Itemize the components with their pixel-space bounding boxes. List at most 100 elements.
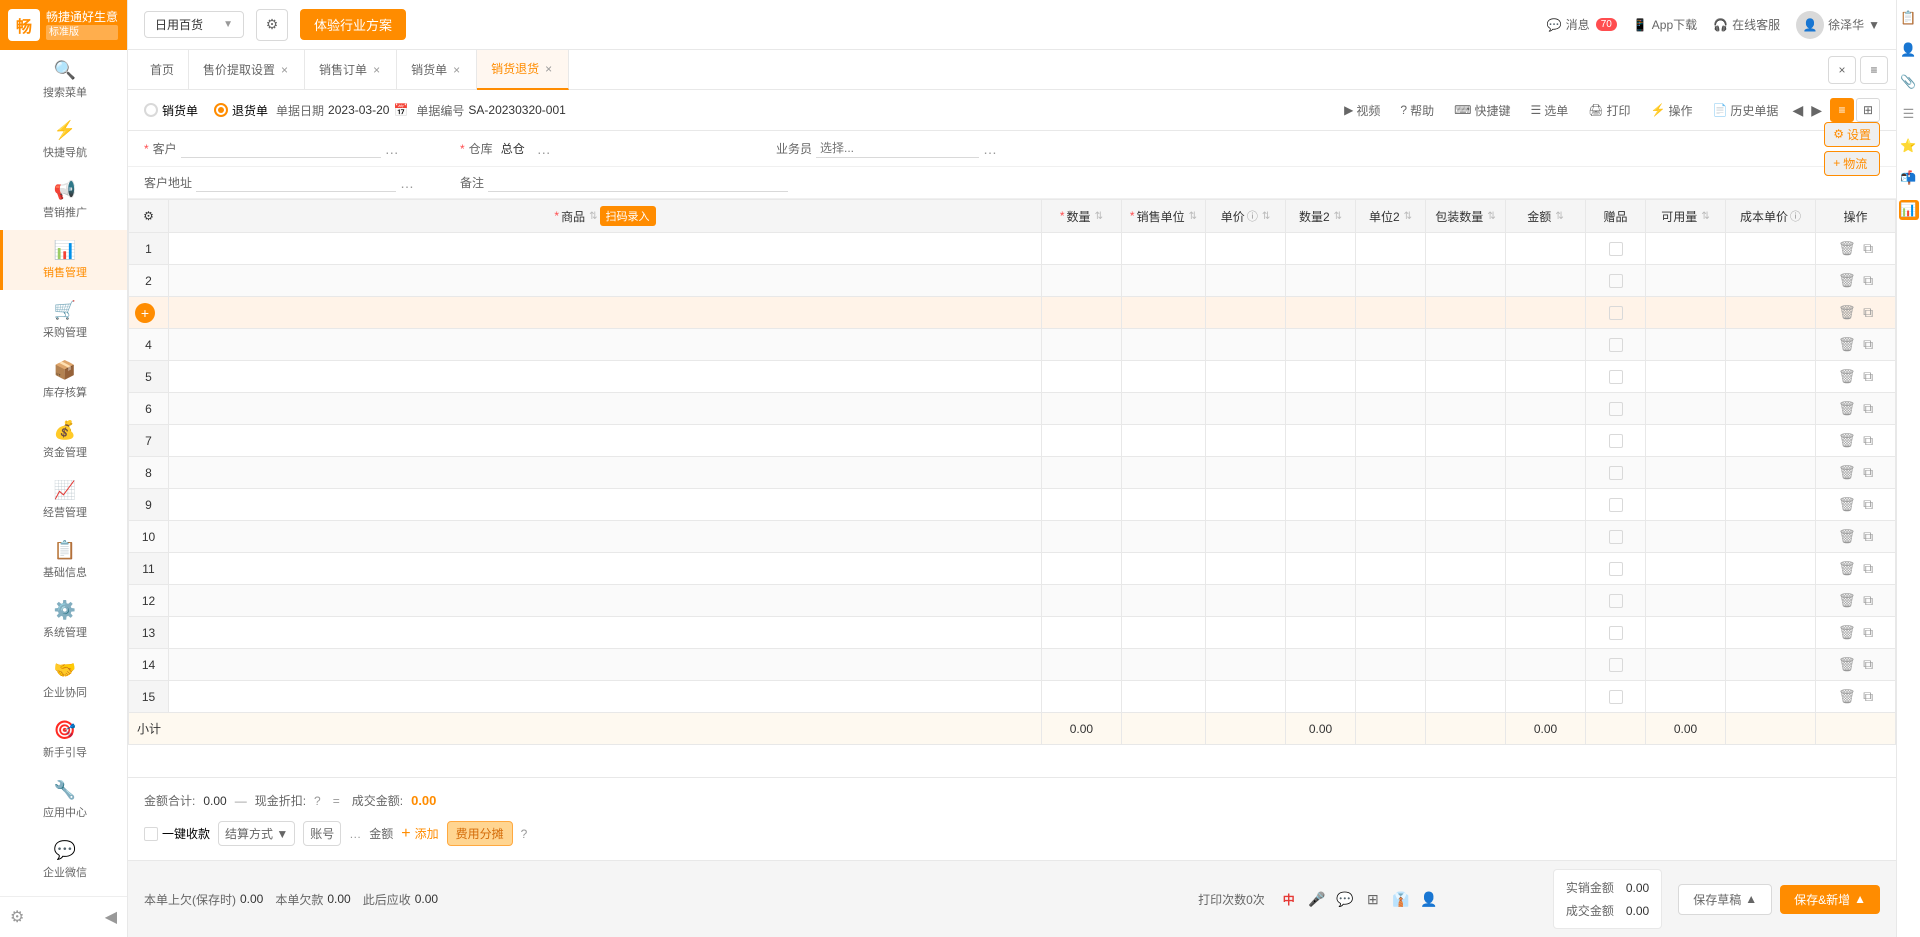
address-select-btn[interactable]: … bbox=[400, 175, 414, 191]
unit-cell-1[interactable] bbox=[1121, 233, 1205, 265]
user-menu[interactable]: 👤 徐泽华 ▼ bbox=[1796, 11, 1880, 39]
qty2-cell-10[interactable] bbox=[1286, 521, 1356, 553]
amount-cell-2[interactable] bbox=[1506, 265, 1586, 297]
qty-cell-10[interactable] bbox=[1041, 521, 1121, 553]
product-cell-12[interactable] bbox=[169, 585, 1042, 617]
cost-cell-1[interactable] bbox=[1726, 233, 1816, 265]
unit2-cell-10[interactable] bbox=[1356, 521, 1426, 553]
gift-cell-11[interactable] bbox=[1586, 553, 1646, 585]
price-cell-6[interactable] bbox=[1206, 393, 1286, 425]
tab-close-sales-return[interactable]: × bbox=[543, 60, 554, 78]
copy-row-btn-10[interactable]: ⧉ bbox=[1863, 528, 1873, 544]
pack-cell-10[interactable] bbox=[1426, 521, 1506, 553]
qty2-cell-6[interactable] bbox=[1286, 393, 1356, 425]
copy-row-btn-5[interactable]: ⧉ bbox=[1863, 368, 1873, 384]
cost-cell-11[interactable] bbox=[1726, 553, 1816, 585]
tab-close-sales-order[interactable]: × bbox=[371, 61, 382, 79]
price-cell-14[interactable] bbox=[1206, 649, 1286, 681]
right-sidebar-btn-3[interactable]: 📎 bbox=[1899, 72, 1919, 92]
unit-cell-13[interactable] bbox=[1121, 617, 1205, 649]
pack-cell-5[interactable] bbox=[1426, 361, 1506, 393]
qty-cell-3[interactable] bbox=[1041, 297, 1121, 329]
pack-sort-icon[interactable]: ⇅ bbox=[1487, 211, 1495, 222]
amount-cell-9[interactable] bbox=[1506, 489, 1586, 521]
pack-cell-1[interactable] bbox=[1426, 233, 1506, 265]
cost-info-icon[interactable]: ⓘ bbox=[1790, 208, 1801, 224]
copy-row-btn-3[interactable]: ⧉ bbox=[1863, 304, 1873, 320]
person-icon[interactable]: 👤 bbox=[1417, 887, 1441, 911]
cost-cell-8[interactable] bbox=[1726, 457, 1816, 489]
delete-row-btn-13[interactable]: 🗑 bbox=[1838, 624, 1856, 640]
unit2-cell-15[interactable] bbox=[1356, 681, 1426, 713]
unit-cell-15[interactable] bbox=[1121, 681, 1205, 713]
sidebar-item-purchase-mgmt[interactable]: 🛒 采购管理 bbox=[0, 290, 127, 350]
add-payment-btn[interactable]: + 添加 bbox=[401, 825, 438, 843]
tab-sales[interactable]: 销货单 × bbox=[397, 50, 477, 90]
sidebar-item-wechat[interactable]: 💬 企业微信 bbox=[0, 830, 127, 890]
available-cell-7[interactable] bbox=[1646, 425, 1726, 457]
pack-cell-8[interactable] bbox=[1426, 457, 1506, 489]
fee-split-btn[interactable]: 费用分摊 bbox=[447, 821, 513, 846]
product-cell-5[interactable] bbox=[169, 361, 1042, 393]
copy-row-btn-9[interactable]: ⧉ bbox=[1863, 496, 1873, 512]
qty2-cell-13[interactable] bbox=[1286, 617, 1356, 649]
gift-checkbox-13[interactable] bbox=[1609, 626, 1623, 640]
gift-cell-6[interactable] bbox=[1586, 393, 1646, 425]
salesperson-select-btn[interactable]: … bbox=[983, 141, 997, 157]
sidebar-item-operations[interactable]: 📈 经营管理 bbox=[0, 470, 127, 530]
unit2-cell-8[interactable] bbox=[1356, 457, 1426, 489]
unit-cell-4[interactable] bbox=[1121, 329, 1205, 361]
price-info-icon[interactable]: ⓘ bbox=[1247, 208, 1258, 224]
qty2-cell-7[interactable] bbox=[1286, 425, 1356, 457]
product-sort-icon[interactable]: ⇅ bbox=[589, 211, 597, 222]
price-cell-15[interactable] bbox=[1206, 681, 1286, 713]
history-btn[interactable]: 📄 历史单据 bbox=[1706, 100, 1784, 121]
qty-cell-4[interactable] bbox=[1041, 329, 1121, 361]
unit-cell-2[interactable] bbox=[1121, 265, 1205, 297]
sidebar-item-system-mgmt[interactable]: ⚙️ 系统管理 bbox=[0, 590, 127, 650]
qty-cell-5[interactable] bbox=[1041, 361, 1121, 393]
help-btn[interactable]: ? 帮助 bbox=[1394, 100, 1440, 121]
cost-cell-4[interactable] bbox=[1726, 329, 1816, 361]
cost-cell-9[interactable] bbox=[1726, 489, 1816, 521]
right-sidebar-btn-4[interactable]: ☰ bbox=[1899, 104, 1919, 124]
tab-sales-order[interactable]: 销售订单 × bbox=[305, 50, 397, 90]
qty-cell-15[interactable] bbox=[1041, 681, 1121, 713]
delete-row-btn-7[interactable]: 🗑 bbox=[1838, 432, 1856, 448]
gift-cell-13[interactable] bbox=[1586, 617, 1646, 649]
grid-view-btn[interactable]: ⊞ bbox=[1856, 98, 1880, 122]
unit2-cell-13[interactable] bbox=[1356, 617, 1426, 649]
amount-cell-10[interactable] bbox=[1506, 521, 1586, 553]
pack-cell-13[interactable] bbox=[1426, 617, 1506, 649]
amount-cell-7[interactable] bbox=[1506, 425, 1586, 457]
tab-close-price-setting[interactable]: × bbox=[279, 61, 290, 79]
shortcuts-btn[interactable]: ⌨ 快捷键 bbox=[1448, 100, 1516, 121]
product-cell-14[interactable] bbox=[169, 649, 1042, 681]
sidebar-settings-btn[interactable]: ⚙ bbox=[10, 907, 24, 927]
amount-cell-1[interactable] bbox=[1506, 233, 1586, 265]
qty2-cell-11[interactable] bbox=[1286, 553, 1356, 585]
available-cell-1[interactable] bbox=[1646, 233, 1726, 265]
price-cell-13[interactable] bbox=[1206, 617, 1286, 649]
gift-checkbox-14[interactable] bbox=[1609, 658, 1623, 672]
sidebar-item-search[interactable]: 🔍 搜索菜单 bbox=[0, 50, 127, 110]
gift-cell-9[interactable] bbox=[1586, 489, 1646, 521]
delete-row-btn-11[interactable]: 🗑 bbox=[1838, 560, 1856, 576]
gift-cell-7[interactable] bbox=[1586, 425, 1646, 457]
close-tab-btn[interactable]: × bbox=[1828, 56, 1856, 84]
pack-cell-7[interactable] bbox=[1426, 425, 1506, 457]
sidebar-item-app-center[interactable]: 🔧 应用中心 bbox=[0, 770, 127, 830]
unit-cell-10[interactable] bbox=[1121, 521, 1205, 553]
save-draft-button[interactable]: 保存草稿 ▲ bbox=[1678, 884, 1772, 915]
cost-cell-15[interactable] bbox=[1726, 681, 1816, 713]
add-row-btn[interactable]: + bbox=[135, 303, 155, 323]
gift-cell-4[interactable] bbox=[1586, 329, 1646, 361]
mic-icon[interactable]: 🎤 bbox=[1305, 887, 1329, 911]
product-input[interactable] bbox=[175, 306, 1035, 320]
copy-row-btn-15[interactable]: ⧉ bbox=[1863, 688, 1873, 704]
product-cell-11[interactable] bbox=[169, 553, 1042, 585]
qty-cell-9[interactable] bbox=[1041, 489, 1121, 521]
available-cell-6[interactable] bbox=[1646, 393, 1726, 425]
qty-cell-1[interactable] bbox=[1041, 233, 1121, 265]
industry-selector[interactable]: 日用百货 ▼ bbox=[144, 11, 244, 38]
